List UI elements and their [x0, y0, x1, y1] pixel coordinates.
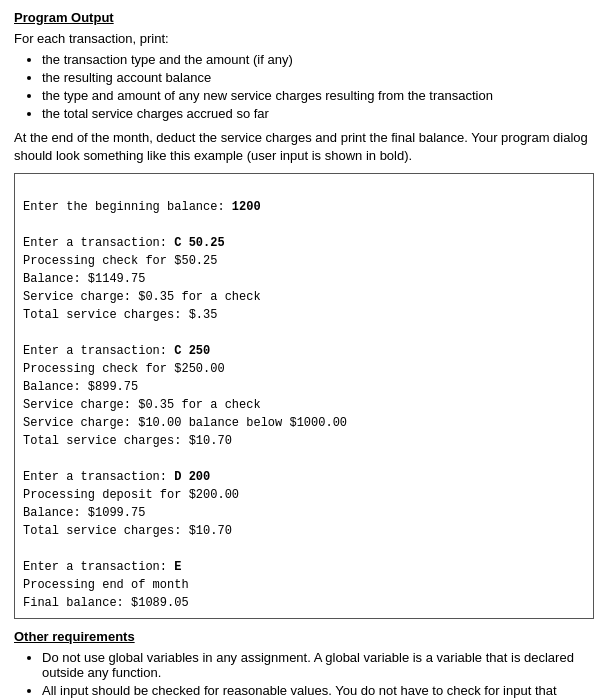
- dialog-line: Total service charges: $10.70: [23, 522, 585, 540]
- dialog-line-gap: [23, 216, 585, 234]
- program-output-bullet-item: the total service charges accrued so far: [42, 106, 594, 121]
- dialog-line: Enter a transaction: C 50.25: [23, 234, 585, 252]
- dialog-line: Balance: $899.75: [23, 378, 585, 396]
- dialog-line: Enter a transaction: E: [23, 558, 585, 576]
- dialog-line: Balance: $1099.75: [23, 504, 585, 522]
- dialog-line: Service charge: $0.35 for a check: [23, 396, 585, 414]
- dialog-line: Enter a transaction: C 250: [23, 342, 585, 360]
- dialog-bold-input: C 250: [174, 344, 210, 358]
- dialog-line-gap: [23, 450, 585, 468]
- program-output-bullet-item: the transaction type and the amount (if …: [42, 52, 594, 67]
- dialog-line-gap: [23, 324, 585, 342]
- dialog-bold-input: 1200: [232, 200, 261, 214]
- dialog-bold-input: E: [174, 560, 181, 574]
- dialog-line-gap: [23, 540, 585, 558]
- other-requirements-bullet-item: Do not use global variables in any assig…: [42, 650, 594, 680]
- dialog-bold-input: D 200: [174, 470, 210, 484]
- dialog-line: Processing check for $50.25: [23, 252, 585, 270]
- end-of-month-text: At the end of the month, deduct the serv…: [14, 129, 594, 165]
- program-output-bullet-item: the type and amount of any new service c…: [42, 88, 594, 103]
- dialog-line: Final balance: $1089.05: [23, 594, 585, 612]
- dialog-line: Service charge: $0.35 for a check: [23, 288, 585, 306]
- program-output-bullets: the transaction type and the amount (if …: [42, 52, 594, 121]
- other-requirements-bullets: Do not use global variables in any assig…: [42, 650, 594, 700]
- dialog-line: Total service charges: $.35: [23, 306, 585, 324]
- dialog-bold-input: C 50.25: [174, 236, 224, 250]
- dialog-line: Processing check for $250.00: [23, 360, 585, 378]
- dialog-line: Processing deposit for $200.00: [23, 486, 585, 504]
- dialog-box: Enter the beginning balance: 1200 Enter …: [14, 173, 594, 619]
- other-requirements-bullet-item: All input should be checked for reasonab…: [42, 683, 594, 700]
- dialog-line: Enter the beginning balance: 1200: [23, 198, 585, 216]
- dialog-line: Processing end of month: [23, 576, 585, 594]
- other-requirements-title: Other requirements: [14, 629, 594, 644]
- dialog-line: Service charge: $10.00 balance below $10…: [23, 414, 585, 432]
- dialog-line: Enter a transaction: D 200: [23, 468, 585, 486]
- program-output-bullet-item: the resulting account balance: [42, 70, 594, 85]
- intro-text: For each transaction, print:: [14, 31, 594, 46]
- dialog-line: Balance: $1149.75: [23, 270, 585, 288]
- program-output-title: Program Output: [14, 10, 594, 25]
- dialog-line: Total service charges: $10.70: [23, 432, 585, 450]
